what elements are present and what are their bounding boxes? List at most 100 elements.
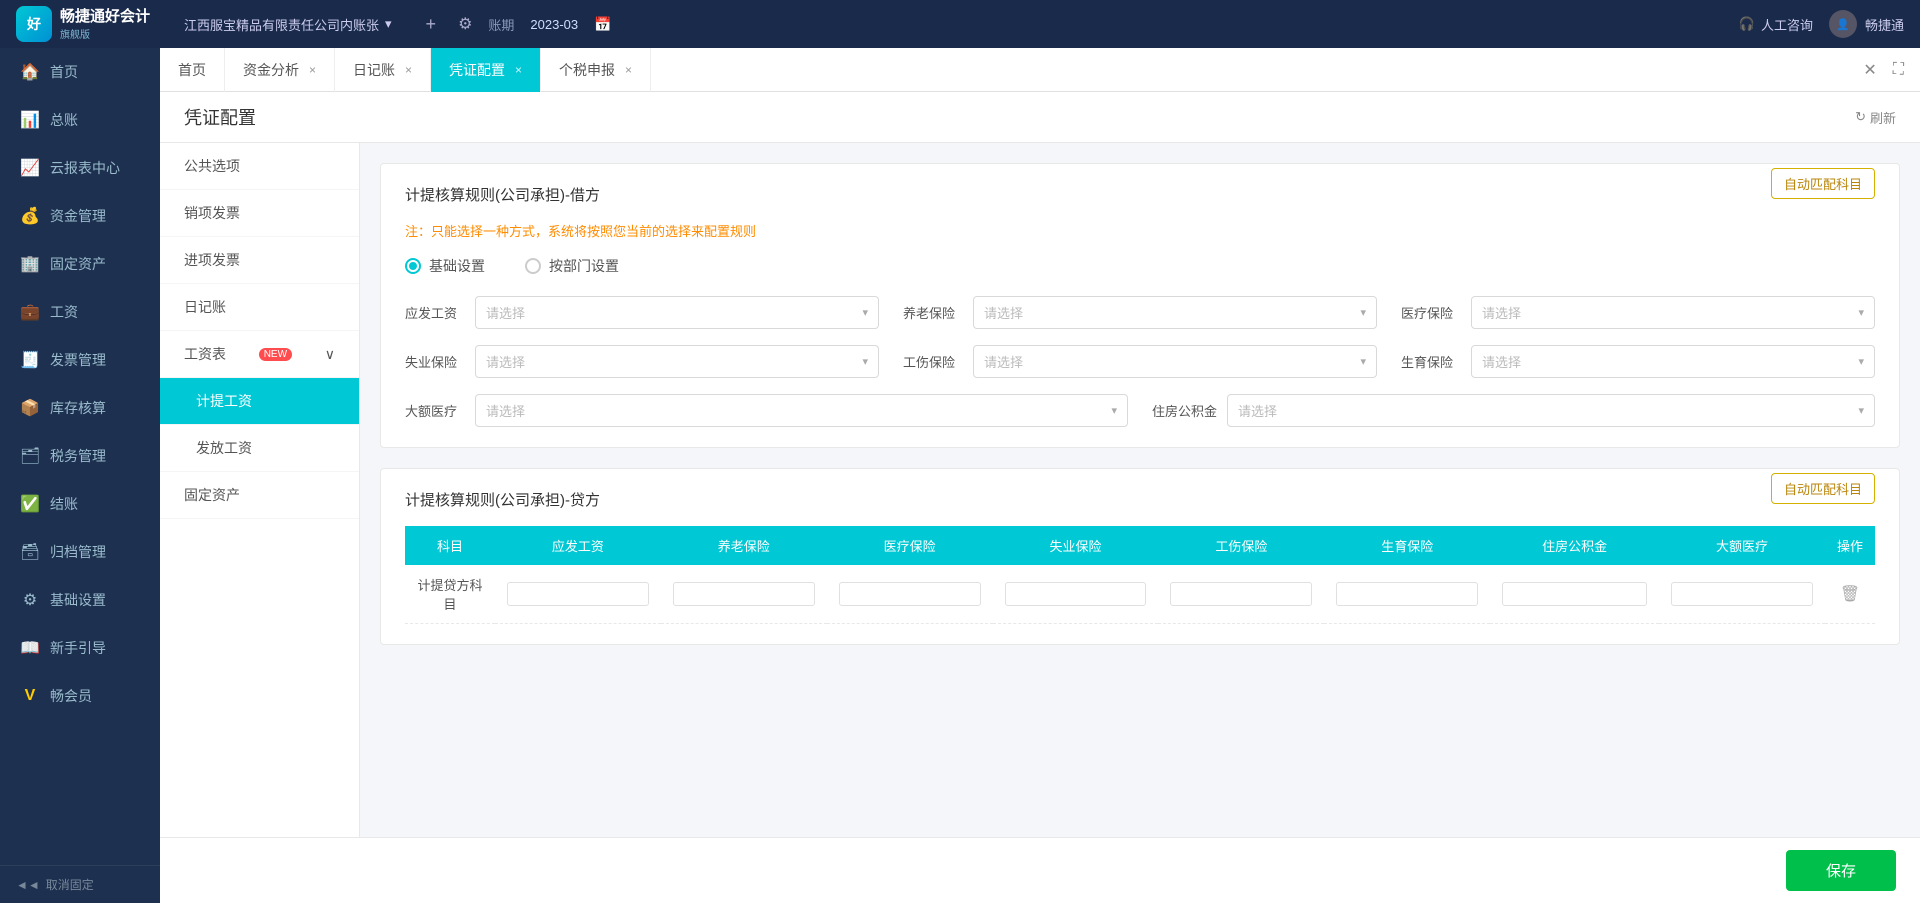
tab-tax-filing-close[interactable]: × (625, 63, 632, 77)
input-maternity[interactable] (1336, 582, 1478, 606)
cell-action[interactable]: 🗑 (1825, 565, 1875, 624)
input-base-salary[interactable] (507, 582, 649, 606)
left-nav-payroll-accrual[interactable]: 计提工资 (160, 378, 359, 425)
sidebar-item-guide[interactable]: 📖 新手引导 (0, 624, 160, 672)
tab-home[interactable]: 首页 (160, 48, 225, 92)
sidebar-item-salary[interactable]: 💼 工资 (0, 288, 160, 336)
select-pension[interactable]: 请选择 ▾ (973, 296, 1377, 329)
add-button[interactable]: + (420, 12, 443, 37)
select-major-medical[interactable]: 请选择 ▾ (475, 394, 1128, 427)
sidebar-label-guide: 新手引导 (50, 638, 106, 658)
tab-bar: 首页 资金分析 × 日记账 × 凭证配置 × 个税申报 × ✕ ⛶ (160, 48, 1920, 92)
input-major-medical[interactable] (1671, 582, 1813, 606)
input-workinjury[interactable] (1170, 582, 1312, 606)
chevron-down-icon-7: ▾ (1111, 404, 1117, 417)
input-unemployment[interactable] (1005, 582, 1147, 606)
label-housing: 住房公积金 (1152, 401, 1217, 420)
cell-maternity-input[interactable] (1324, 565, 1490, 624)
tab-home-label: 首页 (178, 60, 206, 80)
app-logo-icon: 好 (16, 6, 52, 42)
select-workinjury-placeholder: 请选择 (984, 352, 1023, 371)
tab-tax-filing[interactable]: 个税申报 × (541, 48, 651, 92)
tab-journal[interactable]: 日记账 × (335, 48, 431, 92)
input-pension[interactable] (673, 582, 815, 606)
select-maternity[interactable]: 请选择 ▾ (1471, 345, 1875, 378)
user-area[interactable]: 👤 畅捷通 (1829, 10, 1904, 38)
page-header: 凭证配置 ↻ 刷新 (160, 92, 1920, 143)
sidebar-item-ledger[interactable]: 📊 总账 (0, 96, 160, 144)
sidebar-item-home[interactable]: 🏠 首页 (0, 48, 160, 96)
credit-section: 计提核算规则(公司承担)-贷方 自动匹配科目 科目 应发工资 养老保险 (380, 468, 1900, 645)
form-item-medical: 医疗保险 请选择 ▾ (1401, 296, 1875, 329)
left-nav-payroll-release[interactable]: 发放工资 (160, 425, 359, 472)
tab-finance-analysis[interactable]: 资金分析 × (225, 48, 335, 92)
cell-medical-input[interactable] (827, 565, 993, 624)
radio-basic-circle (405, 258, 421, 274)
tab-finance-analysis-close[interactable]: × (309, 63, 316, 77)
sidebar-item-close[interactable]: ✅ 结账 (0, 480, 160, 528)
tab-voucher-config-close[interactable]: × (515, 63, 522, 77)
tab-journal-close[interactable]: × (405, 63, 412, 77)
left-nav-fixed-assets[interactable]: 固定资产 (160, 472, 359, 519)
chevron-down-icon-8: ▾ (1858, 404, 1864, 417)
calendar-icon[interactable]: 📅 (594, 16, 611, 33)
label-workinjury: 工伤保险 (903, 352, 963, 371)
cell-base-salary-input[interactable] (495, 565, 661, 624)
radio-dept-label: 按部门设置 (549, 256, 619, 276)
refresh-button[interactable]: ↻ 刷新 (1855, 108, 1896, 127)
select-workinjury[interactable]: 请选择 ▾ (973, 345, 1377, 378)
tab-finance-analysis-label: 资金分析 (243, 60, 299, 80)
left-nav-purchase-invoice[interactable]: 进项发票 (160, 237, 359, 284)
tax-icon: 🗂 (20, 446, 40, 466)
sidebar-label-salary: 工资 (50, 302, 78, 322)
refresh-label: 刷新 (1870, 108, 1896, 127)
sidebar-item-assets[interactable]: 🏢 固定资产 (0, 240, 160, 288)
cell-workinjury-input[interactable] (1158, 565, 1324, 624)
delete-row-button[interactable]: 🗑 (1840, 586, 1860, 603)
company-selector[interactable]: 江西服宝精品有限责任公司内账张 ▾ (176, 11, 400, 38)
sidebar-item-archive[interactable]: 🗃 归档管理 (0, 528, 160, 576)
input-medical[interactable] (839, 582, 981, 606)
select-medical[interactable]: 请选择 ▾ (1471, 296, 1875, 329)
sidebar-item-inventory[interactable]: 📦 库存核算 (0, 384, 160, 432)
cell-pension-input[interactable] (661, 565, 827, 624)
select-unemployment[interactable]: 请选择 ▾ (475, 345, 879, 378)
form-grid-row1: 应发工资 请选择 ▾ 养老保险 请选择 ▾ (405, 296, 1875, 329)
select-housing[interactable]: 请选择 ▾ (1227, 394, 1875, 427)
sidebar-item-finance[interactable]: 💰 资金管理 (0, 192, 160, 240)
sidebar-item-tax[interactable]: 🗂 税务管理 (0, 432, 160, 480)
th-subject: 科目 (405, 526, 495, 565)
sidebar-item-settings[interactable]: ⚙ 基础设置 (0, 576, 160, 624)
label-major-medical: 大额医疗 (405, 401, 465, 420)
tab-voucher-config[interactable]: 凭证配置 × (431, 48, 541, 92)
left-nav-sales-invoice[interactable]: 销项发票 (160, 190, 359, 237)
service-button[interactable]: 🎧 人工咨询 (1739, 15, 1813, 34)
cell-unemployment-input[interactable] (993, 565, 1159, 624)
left-nav-public[interactable]: 公共选项 (160, 143, 359, 190)
input-housing[interactable] (1502, 582, 1647, 606)
radio-basic-settings[interactable]: 基础设置 (405, 256, 485, 276)
left-nav-payroll-table[interactable]: 工资表 NEW ∨ (160, 331, 359, 378)
left-nav-journal[interactable]: 日记账 (160, 284, 359, 331)
cell-major-medical-input[interactable] (1659, 565, 1825, 624)
sidebar-item-member[interactable]: V 畅会员 (0, 672, 160, 720)
expand-button[interactable]: ⛶ (1889, 57, 1908, 83)
sidebar-item-invoice[interactable]: 🧾 发票管理 (0, 336, 160, 384)
close-all-tabs-button[interactable]: ✕ (1859, 56, 1880, 84)
select-base-salary[interactable]: 请选择 ▾ (475, 296, 879, 329)
cell-housing-input[interactable] (1490, 565, 1659, 624)
form-grid-row3: 大额医疗 请选择 ▾ 住房公积金 请选择 ▾ (405, 394, 1875, 427)
refresh-icon: ↻ (1855, 109, 1866, 125)
topbar-center: + ⚙ 账期 2023-03 📅 (400, 12, 1739, 37)
th-pension: 养老保险 (661, 526, 827, 565)
cancel-pin-button[interactable]: ◄◄ 取消固定 (0, 865, 160, 903)
sidebar-item-reports[interactable]: 📈 云报表中心 (0, 144, 160, 192)
select-base-salary-placeholder: 请选择 (486, 303, 525, 322)
credit-auto-match-button[interactable]: 自动匹配科目 (1771, 473, 1875, 504)
radio-dept-settings[interactable]: 按部门设置 (525, 256, 619, 276)
page-title: 凭证配置 (184, 104, 256, 130)
save-button[interactable]: 保存 (1786, 850, 1896, 891)
radio-basic-label: 基础设置 (429, 256, 485, 276)
settings-button[interactable]: ⚙ (458, 14, 472, 34)
debit-auto-match-button[interactable]: 自动匹配科目 (1771, 168, 1875, 199)
